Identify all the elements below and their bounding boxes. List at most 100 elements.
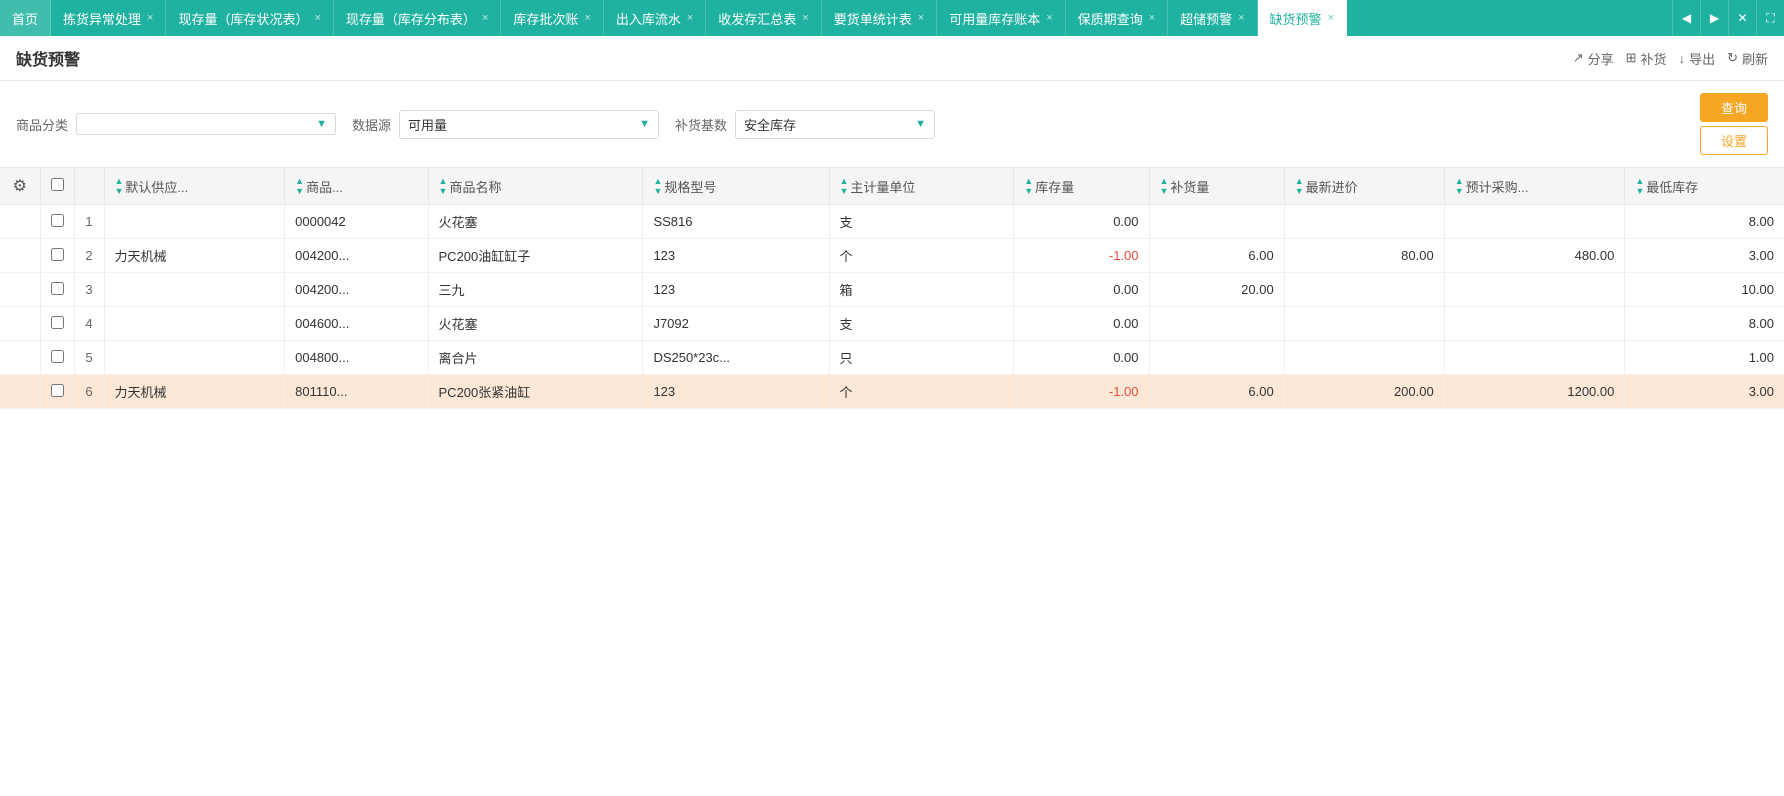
- tab-close-shortage[interactable]: ×: [1328, 12, 1334, 24]
- row-checkbox[interactable]: [51, 214, 64, 227]
- th-unit[interactable]: ▲▼ 主计量单位: [829, 168, 1014, 205]
- restock-base-label: 补货基数: [675, 115, 727, 134]
- table-row[interactable]: 2力天机械004200...PC200油缸缸子123个-1.006.0080.0…: [0, 239, 1784, 273]
- tab-close-flow[interactable]: ×: [687, 12, 693, 24]
- th-gear[interactable]: ⚙: [0, 168, 40, 205]
- row-default-supplier: 力天机械: [104, 239, 285, 273]
- row-checkbox[interactable]: [51, 316, 64, 329]
- row-checkbox[interactable]: [51, 350, 64, 363]
- row-unit: 个: [829, 239, 1014, 273]
- tab-close-available-ledger[interactable]: ×: [1046, 12, 1052, 24]
- tab-close-overstock[interactable]: ×: [1238, 12, 1244, 24]
- row-stock: -1.00: [1014, 375, 1149, 409]
- tab-close-picking-anomaly[interactable]: ×: [147, 12, 153, 24]
- table-body: 10000042火花塞SS816支0.008.002力天机械004200...P…: [0, 205, 1784, 409]
- tab-home[interactable]: 首页: [0, 0, 51, 36]
- sort-icon-spec: ▲▼: [653, 176, 662, 196]
- restock-base-chevron-icon: ▼: [915, 118, 926, 130]
- row-latest-price: 200.00: [1284, 375, 1444, 409]
- tab-close-batch-account[interactable]: ×: [584, 12, 590, 24]
- select-all-checkbox[interactable]: [51, 178, 64, 191]
- th-est-purchase[interactable]: ▲▼ 预计采购...: [1444, 168, 1625, 205]
- tab-fullscreen-btn[interactable]: ⛶: [1756, 0, 1784, 36]
- th-min-stock[interactable]: ▲▼ 最低库存: [1625, 168, 1784, 205]
- refresh-button[interactable]: ↻ 刷新: [1727, 49, 1768, 68]
- row-checkbox-cell[interactable]: [40, 375, 74, 409]
- tab-expiry[interactable]: 保质期查询 ×: [1066, 0, 1168, 36]
- th-default-supplier[interactable]: ▲▼ 默认供应...: [104, 168, 285, 205]
- tab-order-stats[interactable]: 要货单统计表 ×: [822, 0, 937, 36]
- th-checkbox[interactable]: [40, 168, 74, 205]
- tab-close-order-stats[interactable]: ×: [918, 12, 924, 24]
- row-checkbox[interactable]: [51, 248, 64, 261]
- row-product-code: 0000042: [285, 205, 428, 239]
- row-checkbox-cell[interactable]: [40, 205, 74, 239]
- table-row[interactable]: 3004200...三九123箱0.0020.0010.00: [0, 273, 1784, 307]
- th-restock-qty[interactable]: ▲▼ 补货量: [1149, 168, 1284, 205]
- th-product-name[interactable]: ▲▼ 商品名称: [428, 168, 643, 205]
- table-row[interactable]: 5004800...离合片DS250*23c...只0.001.00: [0, 341, 1784, 375]
- tab-batch-account[interactable]: 库存批次账 ×: [501, 0, 603, 36]
- tab-overstock[interactable]: 超储预警 ×: [1168, 0, 1257, 36]
- tab-close-summary[interactable]: ×: [802, 12, 808, 24]
- tab-inventory-status[interactable]: 现存量（库存状况表） ×: [166, 0, 333, 36]
- restock-button[interactable]: ⊞ 补货: [1626, 49, 1667, 68]
- tab-shortage[interactable]: 缺货预警 ×: [1258, 0, 1347, 36]
- row-product-code: 004800...: [285, 341, 428, 375]
- th-stock[interactable]: ▲▼ 库存量: [1014, 168, 1149, 205]
- category-select[interactable]: ▼: [76, 113, 336, 135]
- row-checkbox-cell[interactable]: [40, 239, 74, 273]
- row-min-stock: 3.00: [1625, 375, 1784, 409]
- tab-prev-btn[interactable]: ◀: [1672, 0, 1700, 36]
- th-latest-price[interactable]: ▲▼ 最新进价: [1284, 168, 1444, 205]
- row-default-supplier: [104, 273, 285, 307]
- row-stock: 0.00: [1014, 307, 1149, 341]
- category-filter-group: 商品分类 ▼: [16, 113, 336, 135]
- tab-close-all-btn[interactable]: ✕: [1728, 0, 1756, 36]
- sort-icon-stock: ▲▼: [1024, 176, 1033, 196]
- share-button[interactable]: ↗ 分享: [1573, 49, 1614, 68]
- query-button[interactable]: 查询: [1700, 93, 1768, 122]
- share-icon: ↗: [1573, 50, 1584, 66]
- th-spec[interactable]: ▲▼ 规格型号: [643, 168, 829, 205]
- row-default-supplier: 力天机械: [104, 375, 285, 409]
- gear-icon[interactable]: ⚙: [13, 178, 27, 195]
- restock-base-select[interactable]: 安全库存 ▼: [735, 110, 935, 139]
- row-spec: J7092: [643, 307, 829, 341]
- tab-close-inventory-status[interactable]: ×: [314, 12, 320, 24]
- tab-inventory-dist[interactable]: 现存量（库存分布表） ×: [334, 0, 501, 36]
- row-default-supplier: [104, 307, 285, 341]
- row-restock-qty: 6.00: [1149, 375, 1284, 409]
- sort-up-icon: ▲▼: [115, 176, 124, 196]
- table-row[interactable]: 6力天机械801110...PC200张紧油缸123个-1.006.00200.…: [0, 375, 1784, 409]
- row-checkbox[interactable]: [51, 384, 64, 397]
- tab-close-inventory-dist[interactable]: ×: [482, 12, 488, 24]
- tab-close-expiry[interactable]: ×: [1149, 12, 1155, 24]
- row-product-name: PC200张紧油缸: [428, 375, 643, 409]
- tab-summary[interactable]: 收发存汇总表 ×: [706, 0, 821, 36]
- row-spec: 123: [643, 239, 829, 273]
- th-product-code[interactable]: ▲▼ 商品...: [285, 168, 428, 205]
- row-min-stock: 10.00: [1625, 273, 1784, 307]
- setting-button[interactable]: 设置: [1700, 126, 1768, 155]
- row-checkbox-cell[interactable]: [40, 273, 74, 307]
- row-number: 6: [74, 375, 104, 409]
- row-spec: DS250*23c...: [643, 341, 829, 375]
- export-button[interactable]: ↓ 导出: [1679, 49, 1716, 68]
- row-checkbox-cell[interactable]: [40, 307, 74, 341]
- row-stock: 0.00: [1014, 341, 1149, 375]
- table-row[interactable]: 10000042火花塞SS816支0.008.00: [0, 205, 1784, 239]
- table-row[interactable]: 4004600...火花塞J7092支0.008.00: [0, 307, 1784, 341]
- page-container: 缺货预警 ↗ 分享 ⊞ 补货 ↓ 导出 ↻ 刷新 商品分类: [0, 36, 1784, 796]
- row-number: 5: [74, 341, 104, 375]
- table-container: ⚙ ▲▼ 默认供应... ▲▼: [0, 168, 1784, 409]
- datasource-select[interactable]: 可用量 ▼: [399, 110, 659, 139]
- tab-picking-anomaly[interactable]: 拣货异常处理 ×: [51, 0, 166, 36]
- tab-flow[interactable]: 出入库流水 ×: [604, 0, 706, 36]
- row-checkbox[interactable]: [51, 282, 64, 295]
- row-product-name: PC200油缸缸子: [428, 239, 643, 273]
- tab-available-ledger[interactable]: 可用量库存账本 ×: [937, 0, 1065, 36]
- tab-next-btn[interactable]: ▶: [1700, 0, 1728, 36]
- row-checkbox-cell[interactable]: [40, 341, 74, 375]
- row-stock: 0.00: [1014, 205, 1149, 239]
